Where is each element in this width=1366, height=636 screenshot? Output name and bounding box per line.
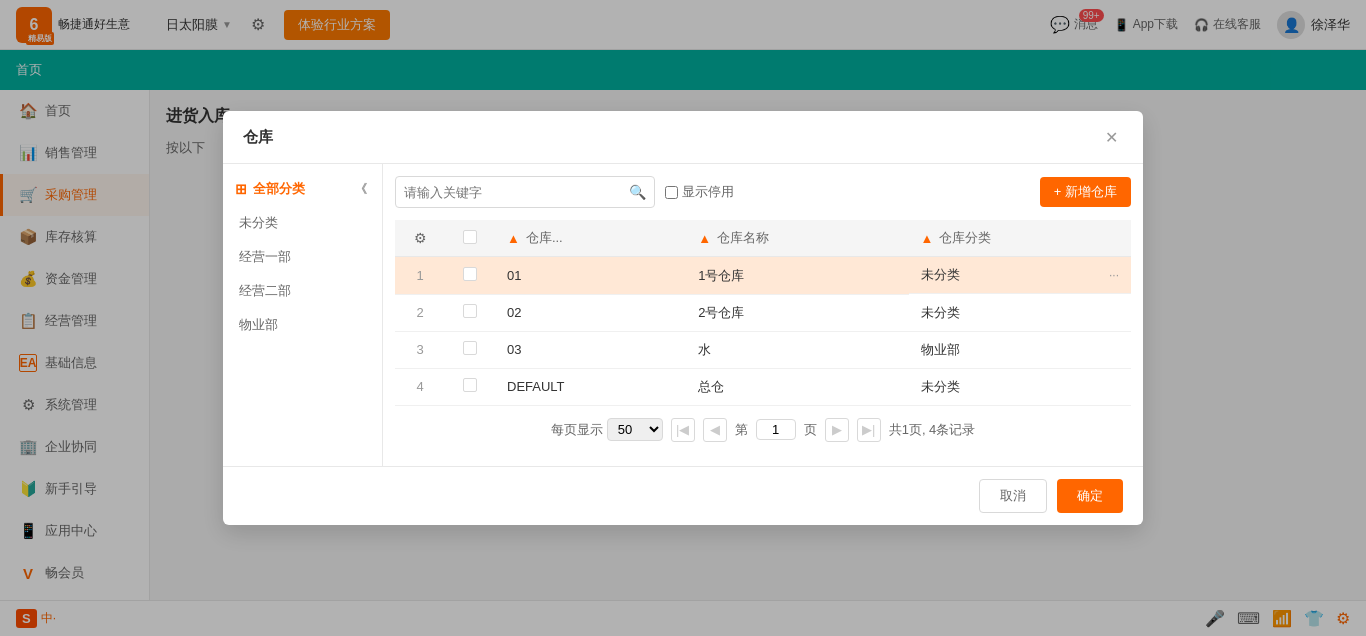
row-category: 未分类	[909, 368, 1131, 405]
col-category[interactable]: ▲ 仓库分类	[909, 220, 1131, 257]
col-name[interactable]: ▲ 仓库名称	[686, 220, 908, 257]
row-category: 未分类	[909, 294, 1131, 331]
collapse-icon[interactable]: 《	[352, 180, 370, 198]
search-icon[interactable]: 🔍	[629, 184, 646, 200]
category-item-operations2[interactable]: 经营二部	[223, 274, 382, 308]
col-checkbox	[445, 220, 495, 257]
modal-overlay: 仓库 ✕ ⊞ 全部分类 《 未分类 经营一部 经营二部 物业部	[0, 0, 1366, 636]
table-row[interactable]: 1 01 1号仓库 未分类 ···	[395, 257, 1131, 295]
row-checkbox[interactable]	[445, 331, 495, 368]
row-category: 未分类 ···	[909, 257, 1131, 294]
table-panel: 🔍 显示停用 + 新增仓库 ⚙	[383, 164, 1143, 466]
row-name: 1号仓库	[686, 257, 908, 295]
grid-icon: ⊞	[235, 181, 247, 197]
per-page-label: 每页显示	[551, 421, 603, 439]
category-item-unclassified[interactable]: 未分类	[223, 206, 382, 240]
dialog-footer: 取消 确定	[223, 466, 1143, 525]
row-checkbox[interactable]	[445, 368, 495, 405]
table-toolbar: 🔍 显示停用 + 新增仓库	[395, 176, 1131, 208]
page-number-input[interactable]	[756, 419, 796, 440]
prev-page-btn[interactable]: ◀	[703, 418, 727, 442]
category-item-operations1[interactable]: 经营一部	[223, 240, 382, 274]
row-checkbox[interactable]	[445, 294, 495, 331]
dialog-body: ⊞ 全部分类 《 未分类 经营一部 经营二部 物业部 🔍	[223, 164, 1143, 466]
total-info: 共1页, 4条记录	[889, 421, 976, 439]
row-name: 2号仓库	[686, 294, 908, 331]
col-name-label: 仓库名称	[717, 229, 769, 247]
col-code[interactable]: ▲ 仓库...	[495, 220, 686, 257]
warehouse-table: ⚙ ▲ 仓库... ▲ 仓库名称	[395, 220, 1131, 406]
row-no: 1	[395, 257, 445, 295]
page-label: 第	[735, 421, 748, 439]
row-name: 水	[686, 331, 908, 368]
last-page-btn[interactable]: ▶|	[857, 418, 881, 442]
table-row[interactable]: 4 DEFAULT 总仓 未分类	[395, 368, 1131, 405]
confirm-button[interactable]: 确定	[1057, 479, 1123, 513]
show-disabled-label: 显示停用	[682, 183, 734, 201]
col-settings[interactable]: ⚙	[395, 220, 445, 257]
cancel-button[interactable]: 取消	[979, 479, 1047, 513]
dialog-title: 仓库	[243, 128, 273, 147]
row-checkbox[interactable]	[445, 257, 495, 295]
row-code: 01	[495, 257, 686, 295]
category-panel: ⊞ 全部分类 《 未分类 经营一部 经营二部 物业部	[223, 164, 383, 466]
sort-icon-name: ▲	[698, 231, 711, 246]
dialog-close-button[interactable]: ✕	[1099, 125, 1123, 149]
row-name: 总仓	[686, 368, 908, 405]
all-categories-header[interactable]: ⊞ 全部分类 《	[223, 172, 382, 206]
row-no: 3	[395, 331, 445, 368]
per-page-select[interactable]: 50 10 20 100	[607, 418, 663, 441]
table-row[interactable]: 2 02 2号仓库 未分类	[395, 294, 1131, 331]
search-box: 🔍	[395, 176, 655, 208]
row-code: 02	[495, 294, 686, 331]
new-warehouse-btn[interactable]: + 新增仓库	[1040, 177, 1131, 207]
row-code: 03	[495, 331, 686, 368]
page-unit: 页	[804, 421, 817, 439]
search-input[interactable]	[404, 185, 629, 200]
table-row[interactable]: 3 03 水 物业部	[395, 331, 1131, 368]
sort-icon-category: ▲	[921, 231, 934, 246]
sort-icon-code: ▲	[507, 231, 520, 246]
first-page-btn[interactable]: |◀	[671, 418, 695, 442]
show-disabled-checkbox-label[interactable]: 显示停用	[665, 183, 734, 201]
next-page-btn[interactable]: ▶	[825, 418, 849, 442]
row-no: 2	[395, 294, 445, 331]
per-page-selector: 每页显示 50 10 20 100	[551, 418, 663, 441]
row-category: 物业部	[909, 331, 1131, 368]
col-code-label: 仓库...	[526, 229, 563, 247]
row-no: 4	[395, 368, 445, 405]
col-category-label: 仓库分类	[939, 229, 991, 247]
pagination: 每页显示 50 10 20 100 |◀ ◀ 第 页 ▶ ▶|	[395, 406, 1131, 454]
warehouse-dialog: 仓库 ✕ ⊞ 全部分类 《 未分类 经营一部 经营二部 物业部	[223, 111, 1143, 525]
all-categories-label: 全部分类	[253, 180, 305, 198]
row-code: DEFAULT	[495, 368, 686, 405]
category-item-property[interactable]: 物业部	[223, 308, 382, 342]
row-actions[interactable]: ···	[1109, 268, 1119, 282]
show-disabled-checkbox[interactable]	[665, 186, 678, 199]
dialog-header: 仓库 ✕	[223, 111, 1143, 164]
